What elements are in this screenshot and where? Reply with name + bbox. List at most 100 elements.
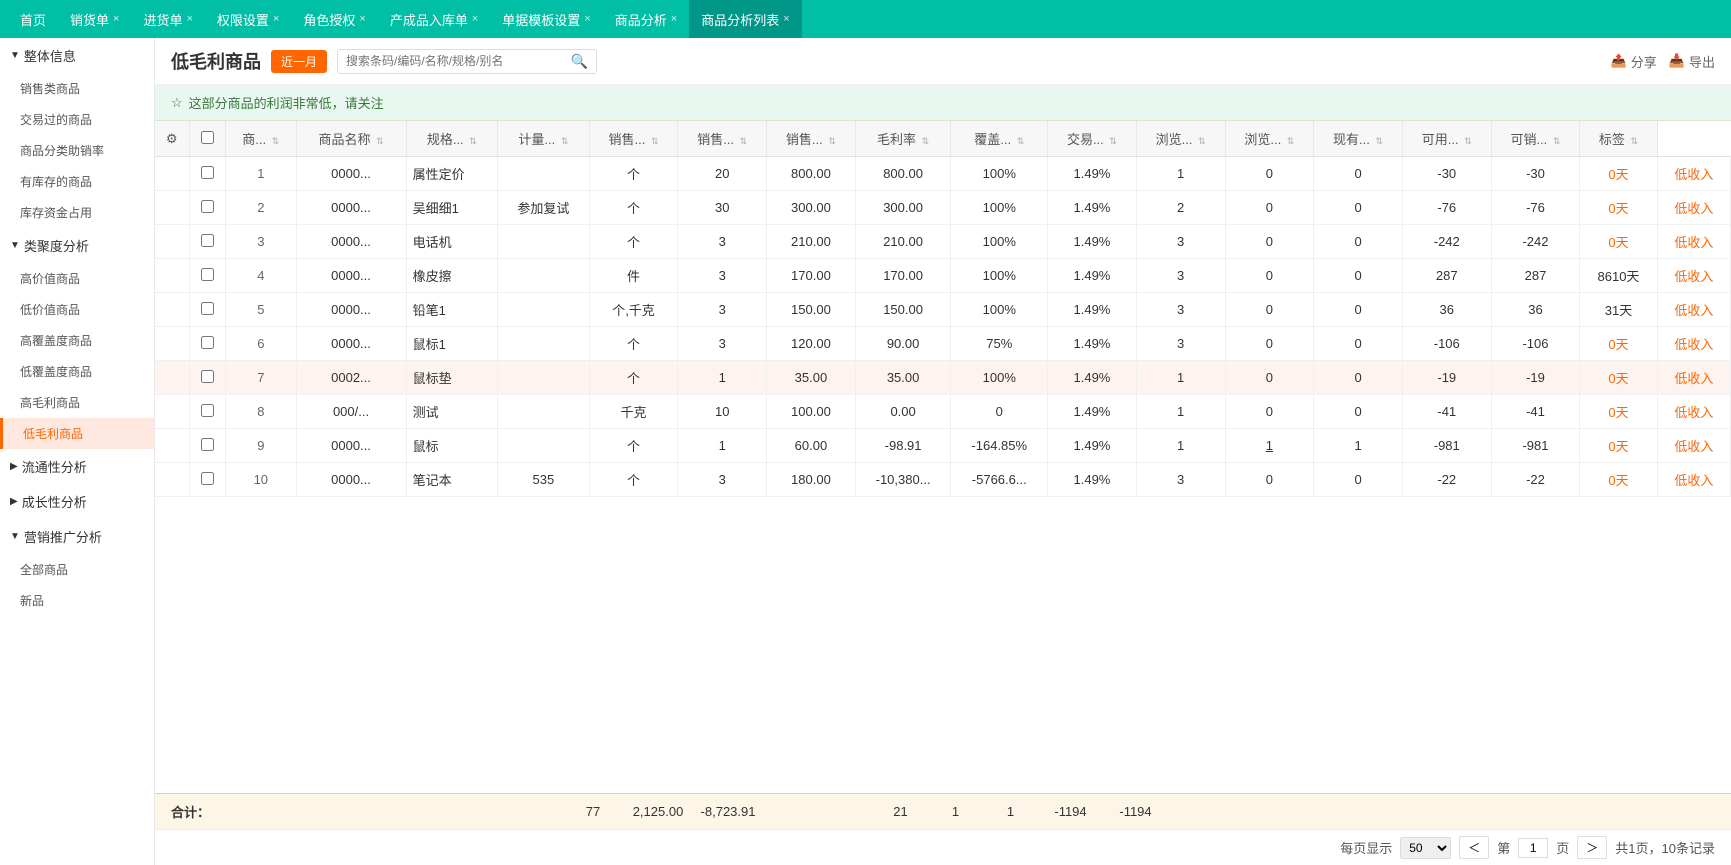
col-spec[interactable]: 规格... ⇅ <box>406 121 498 157</box>
row-available-5: -106 <box>1491 327 1580 361</box>
row-checkbox-input-6[interactable] <box>201 370 214 383</box>
col-sales-amount[interactable]: 销售... ⇅ <box>678 121 767 157</box>
sidebar-item-high-margin[interactable]: 高毛利商品 <box>0 387 154 418</box>
row-view2-0: 0 <box>1314 157 1403 191</box>
nav-item-analysis[interactable]: 商品分析 × <box>603 0 689 38</box>
content-area: 低毛利商品 近一月 🔍 📤 分享 📥 导出 ☆ 这部分商品的利润非常低，请关注 <box>155 38 1731 865</box>
col-tag[interactable]: 标签 ⇅ <box>1580 121 1657 157</box>
col-code[interactable]: 商... ⇅ <box>226 121 296 157</box>
close-icon[interactable]: × <box>671 13 677 25</box>
close-icon[interactable]: × <box>783 13 789 25</box>
col-unit[interactable]: 计量... ⇅ <box>498 121 590 157</box>
close-icon[interactable]: × <box>273 13 279 25</box>
col-coverage[interactable]: 覆盖... ⇅ <box>951 121 1048 157</box>
row-saleable-5: 0天 <box>1580 327 1657 361</box>
sidebar-group-cluster[interactable]: ▼ 类聚度分析 <box>0 228 154 263</box>
row-checkbox-8[interactable] <box>189 429 226 463</box>
row-view1-8[interactable]: 1 <box>1225 429 1314 463</box>
nav-item-product[interactable]: 产成品入库单 × <box>378 0 490 38</box>
row-checkbox-input-2[interactable] <box>201 234 214 247</box>
nav-item-home[interactable]: 首页 <box>8 0 58 38</box>
row-checkbox-input-8[interactable] <box>201 438 214 451</box>
nav-item-permission[interactable]: 权限设置 × <box>205 0 291 38</box>
row-coverage-8: 1.49% <box>1048 429 1137 463</box>
close-icon[interactable]: × <box>186 13 192 25</box>
nav-item-template[interactable]: 单据模板设置 × <box>490 0 602 38</box>
col-gross-rate[interactable]: 毛利率 ⇅ <box>855 121 951 157</box>
sidebar-item-traded-goods[interactable]: 交易过的商品 <box>0 104 154 135</box>
col-settings[interactable]: ⚙ <box>155 121 189 157</box>
row-checkbox-input-1[interactable] <box>201 200 214 213</box>
row-checkbox-1[interactable] <box>189 191 226 225</box>
row-checkbox-9[interactable] <box>189 463 226 497</box>
col-current[interactable]: 现有... ⇅ <box>1314 121 1403 157</box>
row-checkbox-input-3[interactable] <box>201 268 214 281</box>
prev-page-button[interactable]: ＜ <box>1459 836 1489 859</box>
row-checkbox-input-5[interactable] <box>201 336 214 349</box>
nav-item-sales[interactable]: 销货单 × <box>58 0 131 38</box>
footer-trade-total: 21 <box>873 804 928 819</box>
sidebar-item-new-goods[interactable]: 新品 <box>0 585 154 616</box>
sidebar-item-low-value[interactable]: 低价值商品 <box>0 294 154 325</box>
sidebar-item-instock-goods[interactable]: 有库存的商品 <box>0 166 154 197</box>
sidebar-group-liquidity[interactable]: ▶ 流通性分析 <box>0 449 154 484</box>
row-checkbox-5[interactable] <box>189 327 226 361</box>
sidebar-group-marketing[interactable]: ▼ 营销推广分析 <box>0 519 154 554</box>
col-trade[interactable]: 交易... ⇅ <box>1048 121 1137 157</box>
close-icon[interactable]: × <box>359 13 365 25</box>
sidebar-item-all-goods[interactable]: 全部商品 <box>0 554 154 585</box>
row-checkbox-3[interactable] <box>189 259 226 293</box>
close-icon[interactable]: × <box>584 13 590 25</box>
sidebar-item-high-value[interactable]: 高价值商品 <box>0 263 154 294</box>
row-checkbox-6[interactable] <box>189 361 226 395</box>
col-saleable[interactable]: 可销... ⇅ <box>1491 121 1580 157</box>
col-sales-profit[interactable]: 销售... ⇅ <box>767 121 856 157</box>
col-checkbox[interactable] <box>189 121 226 157</box>
nav-item-role[interactable]: 角色授权 × <box>291 0 377 38</box>
col-available[interactable]: 可用... ⇅ <box>1402 121 1491 157</box>
row-checkbox-0[interactable] <box>189 157 226 191</box>
nav-item-analysis-list[interactable]: 商品分析列表 × <box>689 0 801 38</box>
sidebar-item-sales-goods[interactable]: 销售类商品 <box>0 73 154 104</box>
next-page-button[interactable]: ＞ <box>1577 836 1607 859</box>
row-checkbox-7[interactable] <box>189 395 226 429</box>
export-button[interactable]: 📥 导出 <box>1669 52 1715 71</box>
row-checkbox-input-7[interactable] <box>201 404 214 417</box>
filter-button[interactable]: 近一月 <box>271 50 327 73</box>
table-container[interactable]: ⚙ 商... ⇅ 商品名称 ⇅ 规格... ⇅ 计量... ⇅ 销售... ⇅ … <box>155 121 1731 793</box>
col-view1[interactable]: 浏览... ⇅ <box>1136 121 1225 157</box>
row-checkbox-2[interactable] <box>189 225 226 259</box>
top-nav: 首页 销货单 × 进货单 × 权限设置 × 角色授权 × 产成品入库单 × 单据… <box>0 0 1731 38</box>
row-gross-rate-5: 75% <box>951 327 1048 361</box>
row-checkbox-input-0[interactable] <box>201 166 214 179</box>
col-qty[interactable]: 销售... ⇅ <box>589 121 678 157</box>
row-settings-4 <box>155 293 189 327</box>
row-tag-6: 低收入 <box>1657 361 1730 395</box>
col-view2[interactable]: 浏览... ⇅ <box>1225 121 1314 157</box>
table-row: 6 0000... 鼠标1 个 3 120.00 90.00 75% 1.49%… <box>155 327 1731 361</box>
sidebar-item-category-rate[interactable]: 商品分类助销率 <box>0 135 154 166</box>
nav-item-purchase[interactable]: 进货单 × <box>131 0 204 38</box>
col-name[interactable]: 商品名称 ⇅ <box>296 121 406 157</box>
select-all-checkbox[interactable] <box>201 131 214 144</box>
row-gross-rate-3: 100% <box>951 259 1048 293</box>
sidebar-item-stock-capital[interactable]: 库存资金占用 <box>0 197 154 228</box>
row-checkbox-input-4[interactable] <box>201 302 214 315</box>
row-checkbox-4[interactable] <box>189 293 226 327</box>
search-input[interactable] <box>346 54 571 68</box>
sidebar-group-overall[interactable]: ▼ 整体信息 <box>0 38 154 73</box>
sidebar-group-growth[interactable]: ▶ 成长性分析 <box>0 484 154 519</box>
chevron-down-icon: ▼ <box>10 531 20 542</box>
sidebar-item-low-margin[interactable]: 低毛利商品 <box>0 418 154 449</box>
share-button[interactable]: 📤 分享 <box>1611 52 1657 71</box>
page-number-input[interactable] <box>1518 838 1548 858</box>
table-row: 1 0000... 属性定价 个 20 800.00 800.00 100% 1… <box>155 157 1731 191</box>
close-icon[interactable]: × <box>113 13 119 25</box>
close-icon[interactable]: × <box>472 13 478 25</box>
row-checkbox-input-9[interactable] <box>201 472 214 485</box>
sidebar-item-high-coverage[interactable]: 高覆盖度商品 <box>0 325 154 356</box>
sidebar-item-low-coverage[interactable]: 低覆盖度商品 <box>0 356 154 387</box>
search-icon[interactable]: 🔍 <box>571 53 588 70</box>
page-size-select[interactable]: 50 100 <box>1400 837 1451 859</box>
row-available-1: -76 <box>1491 191 1580 225</box>
